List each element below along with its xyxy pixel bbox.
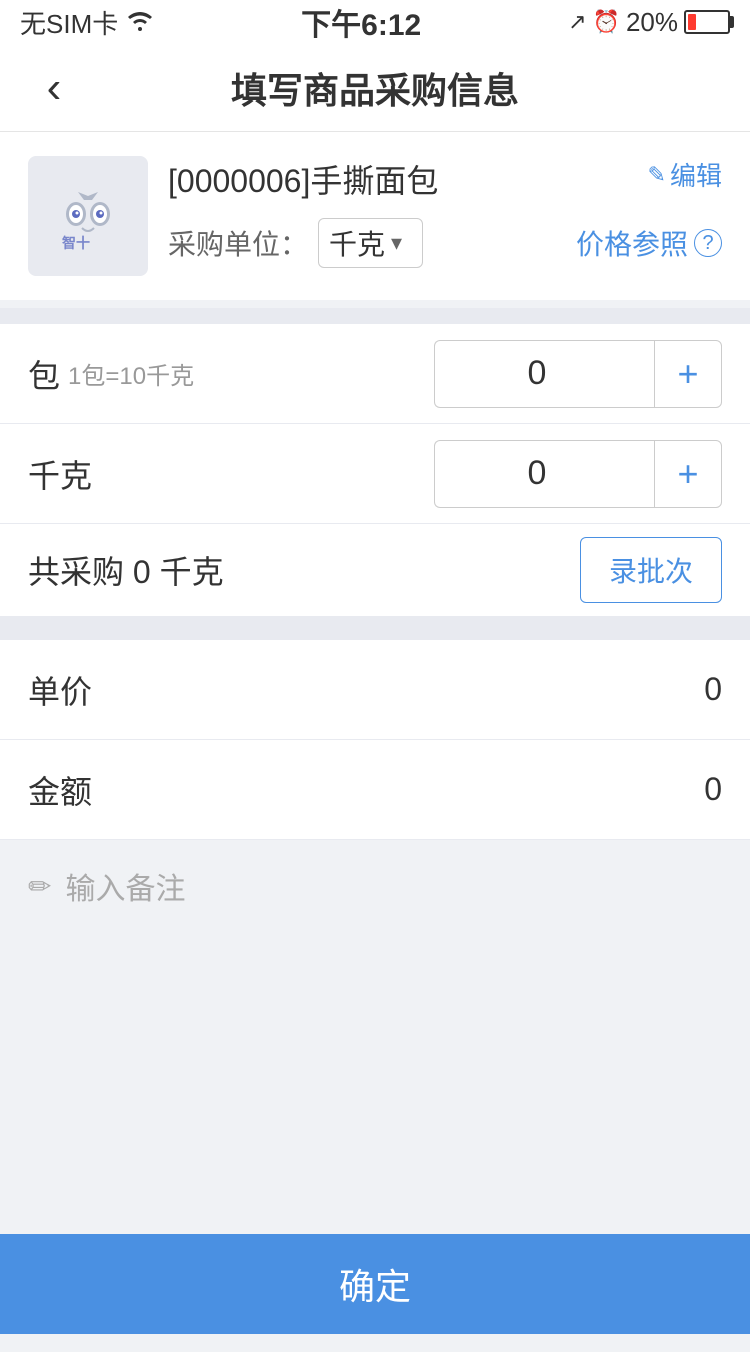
unit-price-value: 0 (704, 671, 722, 708)
unit-dropdown-arrow: ▾ (391, 230, 402, 256)
confirm-bar[interactable]: 确定 (0, 1234, 750, 1334)
price-ref-button[interactable]: 价格参照 ? (576, 223, 722, 263)
kg-label: 千克 (28, 451, 92, 497)
amount-value: 0 (704, 771, 722, 808)
product-unit-row: 采购单位： 千克 ▾ 价格参照 ? (168, 218, 722, 268)
total-row: 共采购 0 千克 录批次 (0, 524, 750, 624)
kg-input-row: 千克 + (0, 424, 750, 524)
input-section: 包 1包=10千克 + 千克 + (0, 324, 750, 524)
unit-price-row: 单价 0 (0, 640, 750, 740)
nav-title: 填写商品采购信息 (231, 62, 519, 114)
location-icon: ↗ (568, 9, 586, 35)
nav-bar: ‹ 填写商品采购信息 (0, 44, 750, 132)
batch-button[interactable]: 录批次 (580, 537, 722, 603)
unit-price-label: 单价 (28, 667, 92, 713)
back-button[interactable]: ‹ (24, 58, 84, 118)
bag-input-row: 包 1包=10千克 + (0, 324, 750, 424)
section-separator-1 (0, 308, 750, 324)
note-section[interactable]: ✏ 输入备注 (0, 840, 750, 932)
confirm-label: 确定 (339, 1258, 411, 1310)
wifi-icon (126, 7, 154, 38)
product-name-row: [0000006]手撕面包 ✎ 编辑 (168, 156, 722, 202)
amount-label: 金额 (28, 767, 92, 813)
status-time: 下午6:12 (301, 0, 421, 44)
kg-plus-button[interactable]: + (654, 440, 722, 508)
unit-value: 千克 (329, 223, 385, 263)
alarm-icon: ⏰ (593, 9, 620, 35)
product-name: [0000006]手撕面包 (168, 156, 638, 202)
product-thumbnail: 智十 (28, 156, 148, 276)
battery-percent: 20% (626, 7, 678, 38)
carrier-label: 无SIM卡 (20, 4, 118, 41)
product-info: [0000006]手撕面包 ✎ 编辑 采购单位： 千克 ▾ 价格参照 ? (168, 156, 722, 268)
unit-label: 采购单位： (168, 223, 308, 263)
svg-text:智十: 智十 (61, 235, 90, 251)
product-card: 智十 [0000006]手撕面包 ✎ 编辑 采购单位： 千克 ▾ 价格参照 ? (0, 132, 750, 308)
note-placeholder: 输入备注 (65, 864, 185, 908)
bag-input[interactable] (434, 340, 654, 408)
price-ref-label: 价格参照 (576, 223, 688, 263)
section-separator-2 (0, 624, 750, 640)
back-icon: ‹ (47, 63, 62, 113)
kg-input-controls: + (434, 440, 722, 508)
bag-plus-button[interactable]: + (654, 340, 722, 408)
product-logo: 智十 (28, 156, 148, 276)
status-left: 无SIM卡 (20, 4, 154, 41)
total-label: 共采购 0 千克 (28, 547, 224, 593)
price-ref-icon: ? (694, 229, 722, 257)
pencil-icon: ✏ (28, 870, 51, 903)
bag-input-controls: + (434, 340, 722, 408)
bag-label: 包 (28, 351, 60, 397)
status-bar: 无SIM卡 下午6:12 ↗ ⏰ 20% (0, 0, 750, 44)
kg-input[interactable] (434, 440, 654, 508)
status-right: ↗ ⏰ 20% (568, 7, 730, 38)
bag-sublabel: 1包=10千克 (68, 356, 434, 391)
unit-select[interactable]: 千克 ▾ (318, 218, 423, 268)
amount-row: 金额 0 (0, 740, 750, 840)
edit-button[interactable]: ✎ 编辑 (648, 156, 722, 193)
empty-area (0, 932, 750, 1252)
battery-icon (684, 10, 730, 34)
info-section: 单价 0 金额 0 (0, 640, 750, 840)
edit-label: 编辑 (670, 156, 722, 193)
edit-icon: ✎ (648, 162, 666, 188)
